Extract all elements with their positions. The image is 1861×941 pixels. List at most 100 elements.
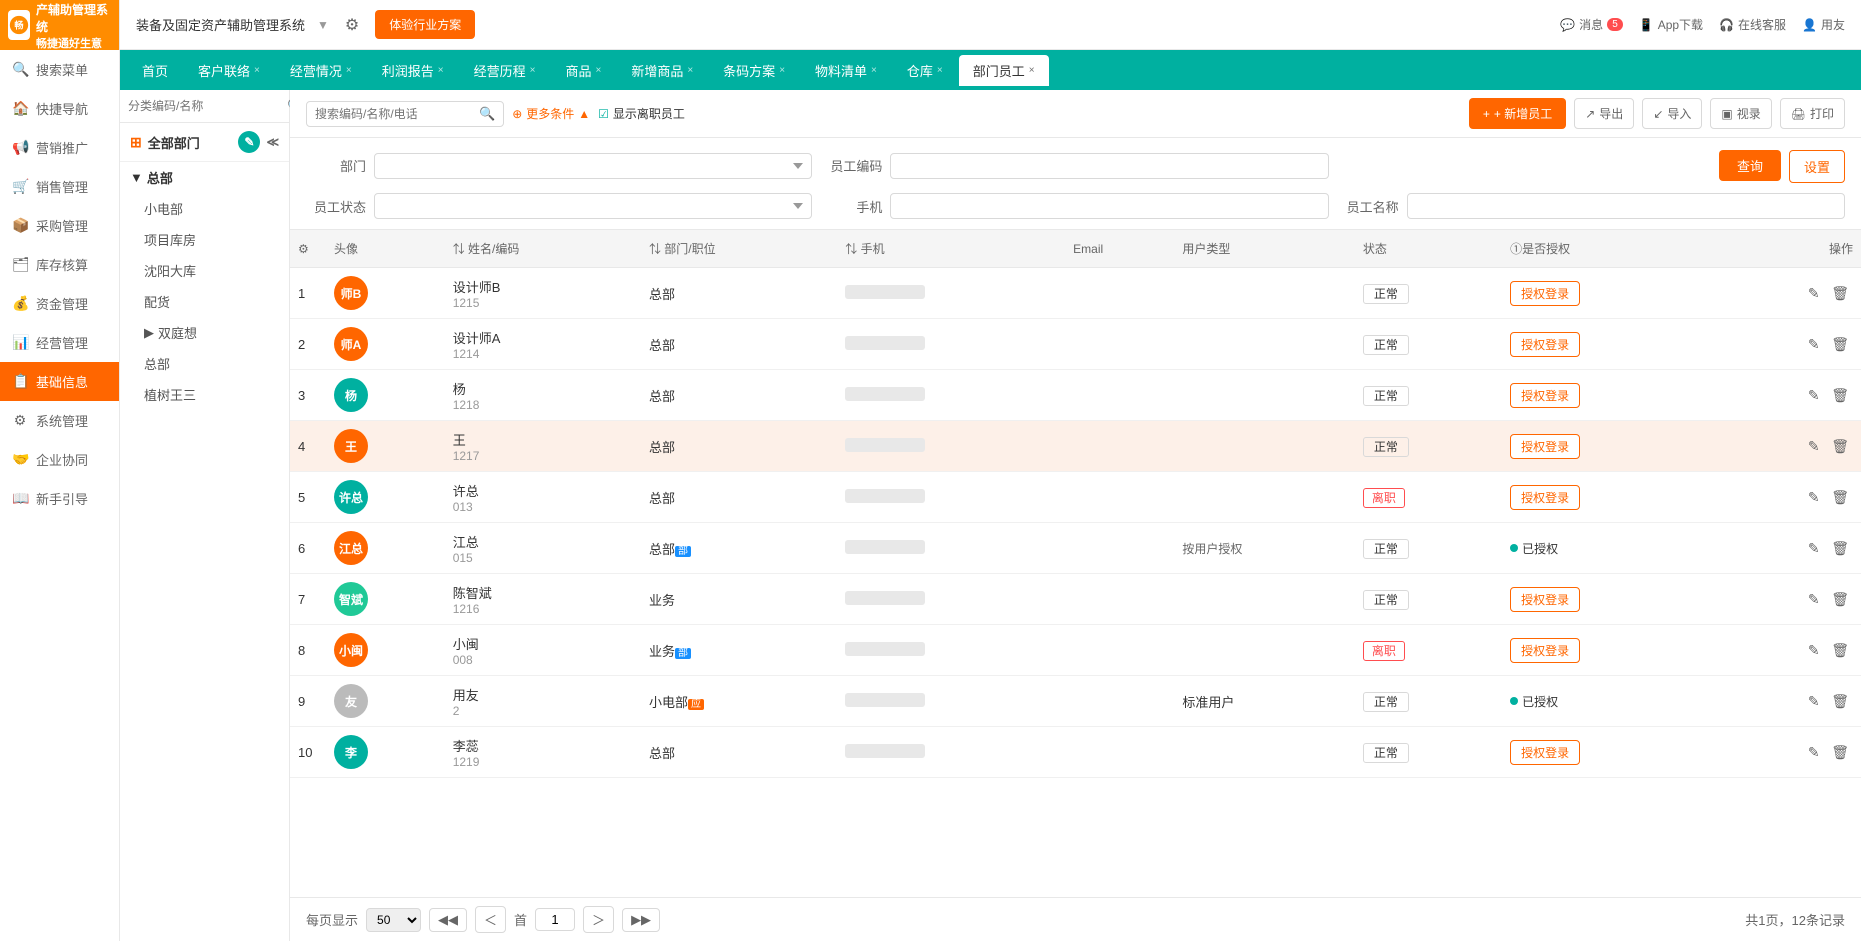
topbar-message[interactable]: 💬 消息 5	[1560, 16, 1623, 33]
phone-filter-input[interactable]	[890, 193, 1328, 219]
prev-page-button[interactable]: ＜	[475, 906, 506, 933]
tree-item-shenyang[interactable]: 沈阳大库	[120, 255, 289, 286]
tab-material[interactable]: 物料清单 ×	[801, 55, 891, 86]
topbar-app-download[interactable]: 📱 App下载	[1639, 16, 1703, 33]
edit-button[interactable]: ✎	[1804, 283, 1824, 303]
per-page-select[interactable]: 50 20 100	[366, 908, 421, 932]
edit-button[interactable]: ✎	[1804, 538, 1824, 558]
sidebar-item-basic[interactable]: 📋 基础信息	[0, 362, 119, 401]
auth-button[interactable]: 授权登录	[1510, 281, 1580, 306]
delete-button[interactable]: 🗑	[1827, 436, 1853, 456]
tree-item-wang2[interactable]: 植树王三	[120, 379, 289, 410]
tab-history[interactable]: 经营历程 ×	[460, 55, 550, 86]
delete-button[interactable]: 🗑	[1827, 691, 1853, 711]
tab-warehouse[interactable]: 仓库 ×	[893, 55, 957, 86]
query-button[interactable]: 查询	[1719, 150, 1781, 181]
delete-button[interactable]: 🗑	[1827, 538, 1853, 558]
topbar-gear-icon[interactable]: ⚙	[341, 11, 363, 39]
trial-button[interactable]: 体验行业方案	[375, 10, 475, 39]
tab-material-close[interactable]: ×	[871, 65, 877, 76]
tab-barcode-close[interactable]: ×	[779, 65, 785, 76]
tab-customer-close[interactable]: ×	[254, 65, 260, 76]
staff-search-input[interactable]	[315, 107, 475, 121]
sidebar-item-finance[interactable]: 💰 资金管理	[0, 284, 119, 323]
settings-button[interactable]: 设置	[1789, 150, 1845, 183]
col-phone[interactable]: ⇅ 手机	[837, 230, 1065, 268]
tree-item-double-dream[interactable]: ▶ 双庭想	[120, 317, 289, 348]
tree-item-project[interactable]: 项目库房	[120, 224, 289, 255]
auth-button[interactable]: 授权登录	[1510, 485, 1580, 510]
tab-history-close[interactable]: ×	[530, 65, 536, 76]
auth-button[interactable]: 授权登录	[1510, 332, 1580, 357]
filter-more-conditions[interactable]: ⊕ 更多条件 ▲	[512, 105, 590, 122]
edit-button[interactable]: ✎	[1804, 385, 1824, 405]
col-name-code[interactable]: ⇅ 姓名/编码	[445, 230, 641, 268]
sidebar-item-guide[interactable]: 📖 新手引导	[0, 479, 119, 518]
col-dept-pos[interactable]: ⇅ 部门/职位	[641, 230, 837, 268]
delete-button[interactable]: 🗑	[1827, 742, 1853, 762]
delete-button[interactable]: 🗑	[1827, 385, 1853, 405]
auth-button[interactable]: 授权登录	[1510, 434, 1580, 459]
tab-home[interactable]: 首页	[128, 55, 182, 86]
tab-operations-report[interactable]: 经营情况 ×	[276, 55, 366, 86]
view-button[interactable]: ▣ 视录	[1710, 98, 1771, 129]
tab-new-goods[interactable]: 新增商品 ×	[617, 55, 707, 86]
edit-button[interactable]: ✎	[1804, 436, 1824, 456]
sidebar-item-purchase[interactable]: 📦 采购管理	[0, 206, 119, 245]
sidebar-item-operations[interactable]: 📊 经营管理	[0, 323, 119, 362]
tab-barcode[interactable]: 条码方案 ×	[709, 55, 799, 86]
empcode-filter-input[interactable]	[890, 153, 1328, 179]
auth-button[interactable]: 授权登录	[1510, 740, 1580, 765]
tab-customer[interactable]: 客户联络 ×	[184, 55, 274, 86]
delete-button[interactable]: 🗑	[1827, 283, 1853, 303]
sidebar-item-inventory[interactable]: 🗂 库存核算	[0, 245, 119, 284]
page-number-input[interactable]	[535, 908, 575, 931]
show-resigned-checkbox[interactable]: ☑ 显示离职员工	[598, 105, 685, 122]
tab-ops-close[interactable]: ×	[346, 65, 352, 76]
dept-search-input[interactable]	[128, 99, 283, 113]
sidebar-item-sales[interactable]: 🛒 销售管理	[0, 167, 119, 206]
collapse-button[interactable]: ≪	[266, 135, 279, 149]
add-staff-button[interactable]: + + 新增员工	[1469, 98, 1566, 129]
edit-button[interactable]: ✎	[1804, 640, 1824, 660]
print-button[interactable]: 🖨 打印	[1780, 98, 1845, 129]
auth-button[interactable]: 授权登录	[1510, 638, 1580, 663]
topbar-user[interactable]: 👤 用友	[1802, 16, 1845, 33]
empname-filter-input[interactable]	[1407, 193, 1845, 219]
edit-button[interactable]: ✎	[1804, 589, 1824, 609]
tree-item-root[interactable]: ▼ 总部	[120, 162, 289, 193]
import-button[interactable]: ↙ 导入	[1642, 98, 1702, 129]
edit-button[interactable]: ✎	[1804, 742, 1824, 762]
delete-button[interactable]: 🗑	[1827, 334, 1853, 354]
sidebar-item-system[interactable]: ⚙ 系统管理	[0, 401, 119, 440]
topbar-support[interactable]: 🎧 在线客服	[1719, 16, 1786, 33]
status-filter-select[interactable]	[374, 193, 812, 219]
auth-button[interactable]: 授权登录	[1510, 587, 1580, 612]
tab-warehouse-close[interactable]: ×	[937, 65, 943, 76]
export-button[interactable]: ↗ 导出	[1574, 98, 1634, 129]
edit-button[interactable]: ✎	[1804, 487, 1824, 507]
tab-profit-close[interactable]: ×	[438, 65, 444, 76]
sidebar-item-enterprise[interactable]: 🤝 企业协同	[0, 440, 119, 479]
tab-dept-staff-close[interactable]: ×	[1029, 65, 1035, 76]
col-settings[interactable]: ⚙	[290, 230, 326, 268]
first-page-button[interactable]: ◀◀	[429, 908, 467, 932]
dept-filter-select[interactable]	[374, 153, 812, 179]
sidebar-item-quicknav[interactable]: 🏠 快捷导航	[0, 89, 119, 128]
auth-button[interactable]: 授权登录	[1510, 383, 1580, 408]
next-page-button[interactable]: ＞	[583, 906, 614, 933]
delete-button[interactable]: 🗑	[1827, 589, 1853, 609]
edit-button[interactable]: ✎	[1804, 691, 1824, 711]
last-page-button[interactable]: ▶▶	[622, 908, 660, 932]
tab-new-goods-close[interactable]: ×	[687, 65, 693, 76]
tree-item-small-elec[interactable]: 小电部	[120, 193, 289, 224]
tree-item-distribution[interactable]: 配货	[120, 286, 289, 317]
edit-button[interactable]: ✎	[1804, 334, 1824, 354]
sidebar-item-marketing[interactable]: 📢 营销推广	[0, 128, 119, 167]
delete-button[interactable]: 🗑	[1827, 640, 1853, 660]
dept-edit-button[interactable]: ✎	[238, 131, 260, 153]
tab-goods-close[interactable]: ×	[595, 65, 601, 76]
tree-item-hq[interactable]: 总部	[120, 348, 289, 379]
tab-goods[interactable]: 商品 ×	[551, 55, 615, 86]
delete-button[interactable]: 🗑	[1827, 487, 1853, 507]
